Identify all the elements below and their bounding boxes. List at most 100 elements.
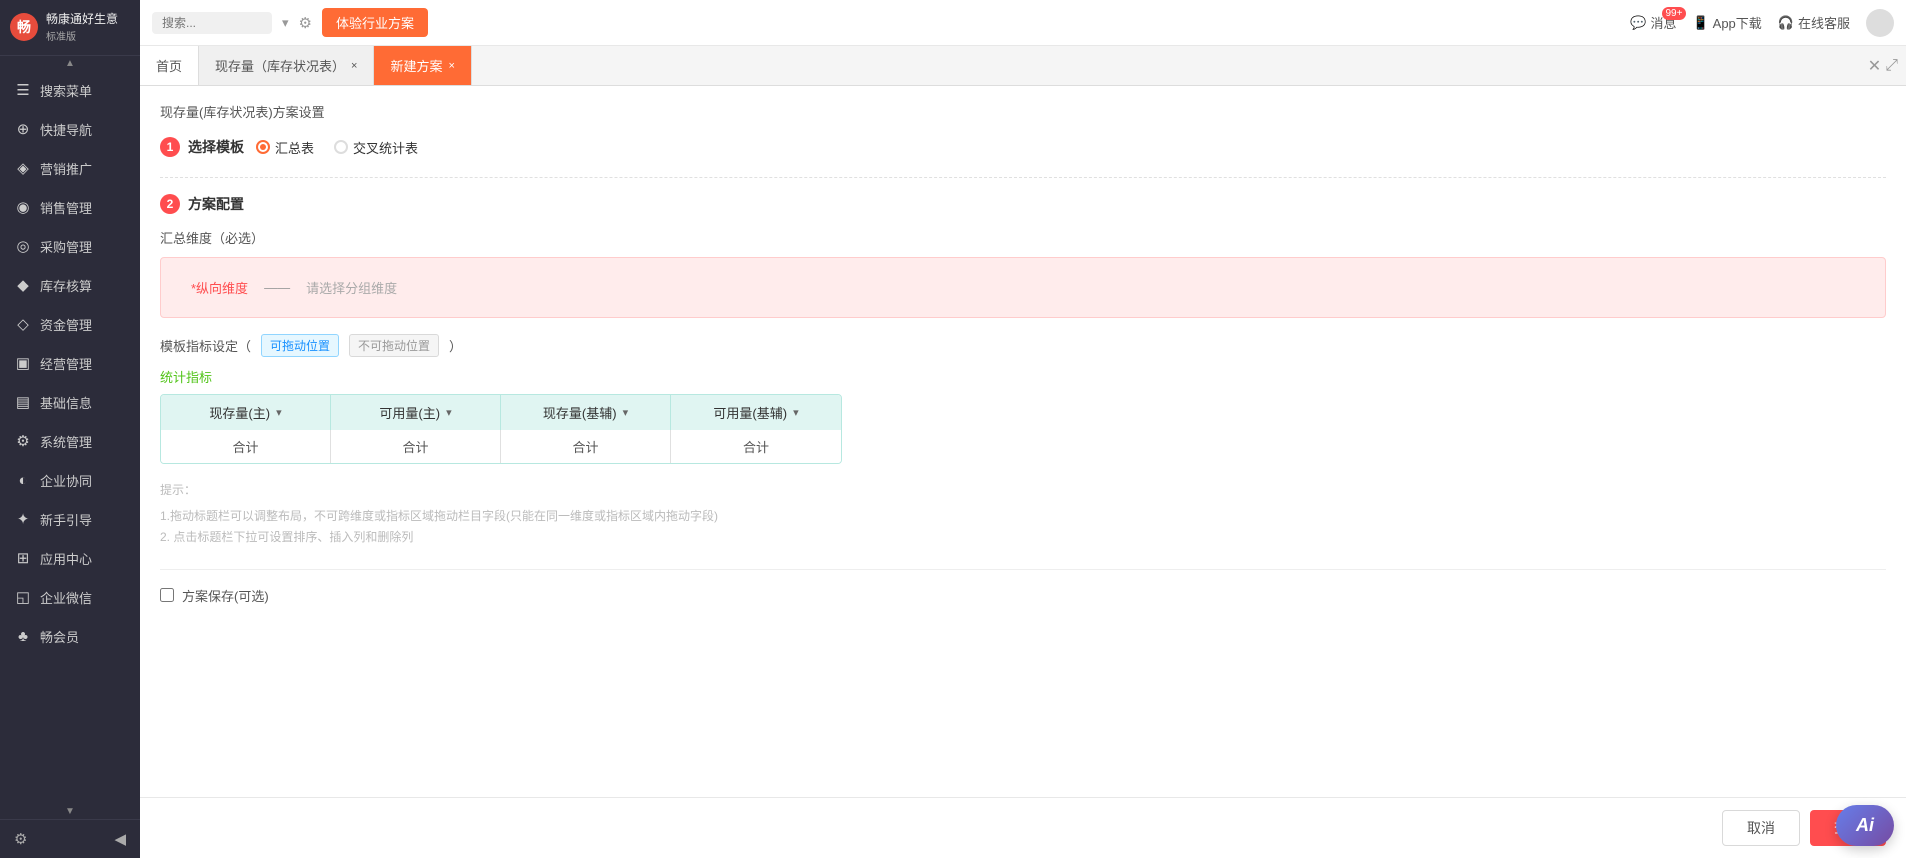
tab-window-controls: ✕ ⤢ [1868, 56, 1906, 76]
radio-summary[interactable]: 汇总表 [256, 138, 314, 157]
headset-icon: 🎧 [1778, 15, 1794, 31]
tip-1: 1.拖动标题栏可以调整布局，不可跨维度或指标区域拖动栏目字段(只能在同一维度或指… [160, 506, 1886, 528]
sidebar-scroll-up[interactable]: ▲ [0, 56, 140, 71]
topbar-gear-icon[interactable]: ⚙ [299, 14, 312, 32]
sidebar-scroll-down[interactable]: ▼ [0, 804, 140, 819]
tab-home-label: 首页 [156, 56, 182, 75]
col-header-0[interactable]: 现存量(主) ▾ [161, 395, 331, 430]
col-header-chevron-2: ▾ [623, 406, 629, 419]
content-area: 现存量(库存状况表)方案设置 1 选择模板 汇总表 交叉统计表 [140, 86, 1906, 797]
basic-info-icon: ▤ [14, 393, 32, 411]
col-header-label-0: 现存量(主) [209, 403, 270, 422]
topbar-search-input[interactable] [152, 12, 272, 34]
tab-restore-btn[interactable]: ✕ [1868, 56, 1881, 76]
indicator-setting: 模板指标设定（ 可拖动位置 不可拖动位置 ） [160, 334, 1886, 357]
topbar-right: 💬 消息 99+ 📱 App下载 🎧 在线客服 [1630, 9, 1894, 37]
user-avatar[interactable] [1866, 9, 1894, 37]
sidebar-item-label: 营销推广 [40, 159, 92, 178]
sidebar-item-label: 经营管理 [40, 354, 92, 373]
messages-btn[interactable]: 💬 消息 99+ [1630, 13, 1676, 32]
collab-icon: ◐ [14, 472, 32, 489]
sidebar-item-appstore[interactable]: ⊞ 应用中心 [0, 539, 140, 578]
sidebar-item-shortcuts[interactable]: ⊕ 快捷导航 [0, 110, 140, 149]
tips-area: 提示： 1.拖动标题栏可以调整布局，不可跨维度或指标区域拖动栏目字段(只能在同一… [160, 480, 1886, 549]
tab-inventory[interactable]: 现存量（库存状况表） × [199, 46, 374, 85]
sidebar-item-label: 销售管理 [40, 198, 92, 217]
sidebar-item-label: 搜索菜单 [40, 81, 92, 100]
online-service-btn[interactable]: 🎧 在线客服 [1778, 13, 1850, 32]
cancel-button[interactable]: 取消 [1722, 810, 1800, 846]
sidebar-item-system[interactable]: ⚙ 系统管理 [0, 422, 140, 461]
tab-home[interactable]: 首页 [140, 46, 199, 85]
sidebar-item-vip[interactable]: ♣ 畅会员 [0, 617, 140, 656]
non-draggable-tag: 不可拖动位置 [349, 334, 439, 357]
col-header-1[interactable]: 可用量(主) ▾ [331, 395, 501, 430]
dimension-separator: —— [264, 280, 290, 295]
stats-table-header: 现存量(主) ▾ 可用量(主) ▾ 现存量(基辅) ▾ 可用量(基辅) ▾ [161, 395, 841, 430]
footer: 取消 查询 [140, 797, 1906, 858]
sidebar-item-weixin[interactable]: ◱ 企业微信 [0, 578, 140, 617]
col-summary-2: 合计 [572, 437, 598, 456]
ai-fab-button[interactable]: Ai [1836, 805, 1894, 846]
radio-cross-dot [334, 140, 348, 154]
topbar: ▾ ⚙ 体验行业方案 💬 消息 99+ 📱 App下载 🎧 在线客服 [140, 0, 1906, 46]
guide-icon: ✦ [14, 510, 32, 528]
sidebar-item-operations[interactable]: ▣ 经营管理 [0, 344, 140, 383]
col-header-chevron-0: ▾ [276, 406, 282, 419]
col-header-chevron-1: ▾ [446, 406, 452, 419]
sidebar-item-label: 新手引导 [40, 510, 92, 529]
sidebar-item-purchase[interactable]: ◎ 采购管理 [0, 227, 140, 266]
sidebar-item-label: 系统管理 [40, 432, 92, 451]
message-icon: 💬 [1630, 15, 1646, 31]
finance-icon: ◇ [14, 315, 32, 333]
settings-icon[interactable]: ⚙ [14, 830, 27, 848]
tab-new-plan[interactable]: 新建方案 × [374, 46, 471, 85]
sidebar-item-inventory[interactable]: ◆ 库存核算 [0, 266, 140, 305]
dimension-placeholder[interactable]: 请选择分组维度 [306, 278, 397, 297]
sidebar-item-label: 基础信息 [40, 393, 92, 412]
sidebar-item-marketing[interactable]: ◈ 营销推广 [0, 149, 140, 188]
sidebar-item-collab[interactable]: ◐ 企业协同 [0, 461, 140, 500]
sidebar-item-basic-info[interactable]: ▤ 基础信息 [0, 383, 140, 422]
sidebar-item-label: 采购管理 [40, 237, 92, 256]
sidebar-item-label: 企业微信 [40, 588, 92, 607]
radio-cross[interactable]: 交叉统计表 [334, 138, 418, 157]
tab-expand-btn[interactable]: ⤢ [1885, 57, 1898, 75]
operations-icon: ▣ [14, 354, 32, 372]
step1-section: 1 选择模板 汇总表 交叉统计表 [160, 137, 1886, 157]
col-header-2[interactable]: 现存量(基辅) ▾ [501, 395, 671, 430]
tab-inventory-close[interactable]: × [351, 60, 357, 72]
app-download-btn[interactable]: 📱 App下载 [1692, 13, 1761, 32]
sidebar-item-label: 快捷导航 [40, 120, 92, 139]
col-summary-0: 合计 [232, 437, 258, 456]
tip-2: 2. 点击标题栏下拉可设置排序、插入列和删除列 [160, 527, 1886, 549]
sidebar-item-finance[interactable]: ◇ 资金管理 [0, 305, 140, 344]
radio-summary-dot [256, 140, 270, 154]
col-body-3: 合计 [671, 430, 841, 463]
indicator-setting-label: 模板指标设定（ [160, 336, 251, 355]
marketing-icon: ◈ [14, 159, 32, 177]
stats-table-body: 合计 合计 合计 合计 [161, 430, 841, 463]
col-header-3[interactable]: 可用量(基辅) ▾ [671, 395, 841, 430]
template-radio-group: 汇总表 交叉统计表 [256, 138, 418, 157]
sidebar: 畅 畅康通好生意 标准版 ▲ ☰ 搜索菜单 ⊕ 快捷导航 ◈ 营销推广 ◉ 销售… [0, 0, 140, 858]
sidebar-bottom: ⚙ ◀ [0, 819, 140, 858]
main-area: ▾ ⚙ 体验行业方案 💬 消息 99+ 📱 App下载 🎧 在线客服 首页 [140, 0, 1906, 858]
sidebar-item-guide[interactable]: ✦ 新手引导 [0, 500, 140, 539]
topbar-dropdown-icon[interactable]: ▾ [282, 15, 289, 31]
trial-btn[interactable]: 体验行业方案 [322, 8, 428, 37]
col-summary-3: 合计 [743, 437, 769, 456]
shortcuts-icon: ⊕ [14, 120, 32, 138]
col-summary-1: 合计 [402, 437, 428, 456]
save-checkbox[interactable] [160, 588, 174, 602]
col-header-label-3: 可用量(基辅) [713, 403, 787, 422]
system-icon: ⚙ [14, 432, 32, 450]
collapse-icon[interactable]: ◀ [114, 830, 126, 848]
col-body-1: 合计 [331, 430, 501, 463]
sidebar-item-label: 库存核算 [40, 276, 92, 295]
sidebar-item-search[interactable]: ☰ 搜索菜单 [0, 71, 140, 110]
step2-label: 方案配置 [188, 194, 244, 214]
sidebar-item-label: 应用中心 [40, 549, 92, 568]
tab-new-plan-close[interactable]: × [448, 60, 454, 72]
sidebar-item-sales[interactable]: ◉ 销售管理 [0, 188, 140, 227]
